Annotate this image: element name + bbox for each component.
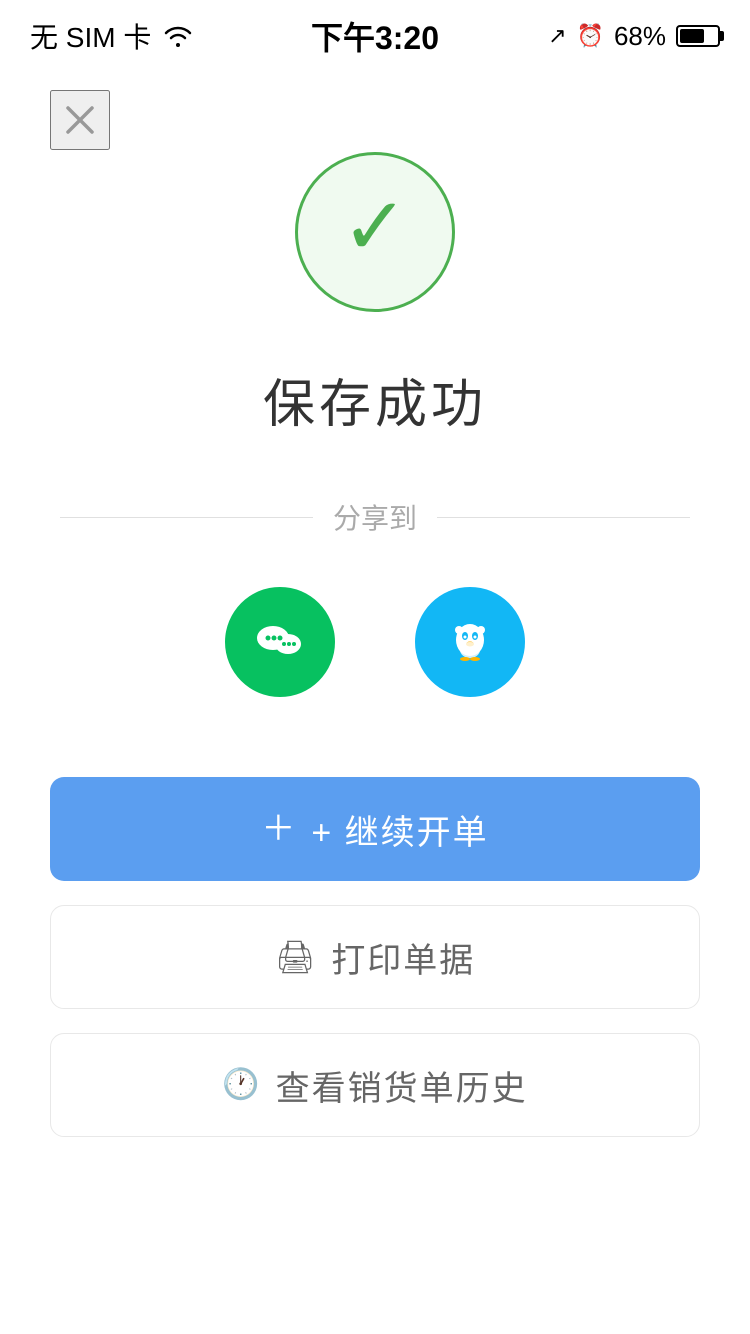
- success-indicator: ✓: [295, 152, 455, 312]
- status-left: 无 SIM 卡: [30, 16, 193, 56]
- continue-order-button[interactable]: ＋ + 继续开单: [50, 777, 700, 881]
- share-icons-row: [225, 587, 525, 697]
- plus-icon: ＋: [261, 812, 295, 846]
- wifi-icon: [163, 25, 193, 47]
- wechat-icon: [248, 610, 312, 674]
- status-right: ↗ ⏰ 68%: [548, 21, 720, 52]
- share-label: 分享到: [313, 497, 437, 537]
- continue-order-label: + 继续开单: [311, 805, 488, 854]
- success-title: 保存成功: [263, 362, 487, 437]
- share-divider: 分享到: [0, 497, 750, 537]
- alarm-icon: ⏰: [577, 23, 604, 49]
- print-icon: 🖨: [275, 941, 316, 973]
- main-content: ✓ 保存成功 分享到: [0, 72, 750, 1137]
- divider-left: [60, 517, 313, 518]
- battery-percent: 68%: [614, 21, 666, 52]
- divider-right: [437, 517, 690, 518]
- no-sim-text: 无 SIM 卡: [30, 16, 151, 56]
- print-label: 打印单据: [331, 933, 475, 982]
- wechat-share-button[interactable]: [225, 587, 335, 697]
- view-history-button[interactable]: 🕐 查看销货单历史: [50, 1033, 700, 1137]
- close-icon: [62, 102, 98, 138]
- battery-icon: [676, 25, 720, 47]
- status-bar: 无 SIM 卡 下午3:20 ↗ ⏰ 68%: [0, 0, 750, 72]
- print-button[interactable]: 🖨 打印单据: [50, 905, 700, 1009]
- location-icon: ↗: [548, 23, 566, 49]
- qq-icon: [440, 612, 500, 672]
- checkmark-icon: ✓: [341, 187, 408, 267]
- history-label: 查看销货单历史: [276, 1061, 528, 1110]
- qq-share-button[interactable]: [415, 587, 525, 697]
- actions-section: ＋ + 继续开单 🖨 打印单据 🕐 查看销货单历史: [0, 777, 750, 1137]
- close-button[interactable]: [50, 90, 110, 150]
- status-time: 下午3:20: [311, 13, 439, 59]
- history-icon: 🕐: [222, 1070, 259, 1100]
